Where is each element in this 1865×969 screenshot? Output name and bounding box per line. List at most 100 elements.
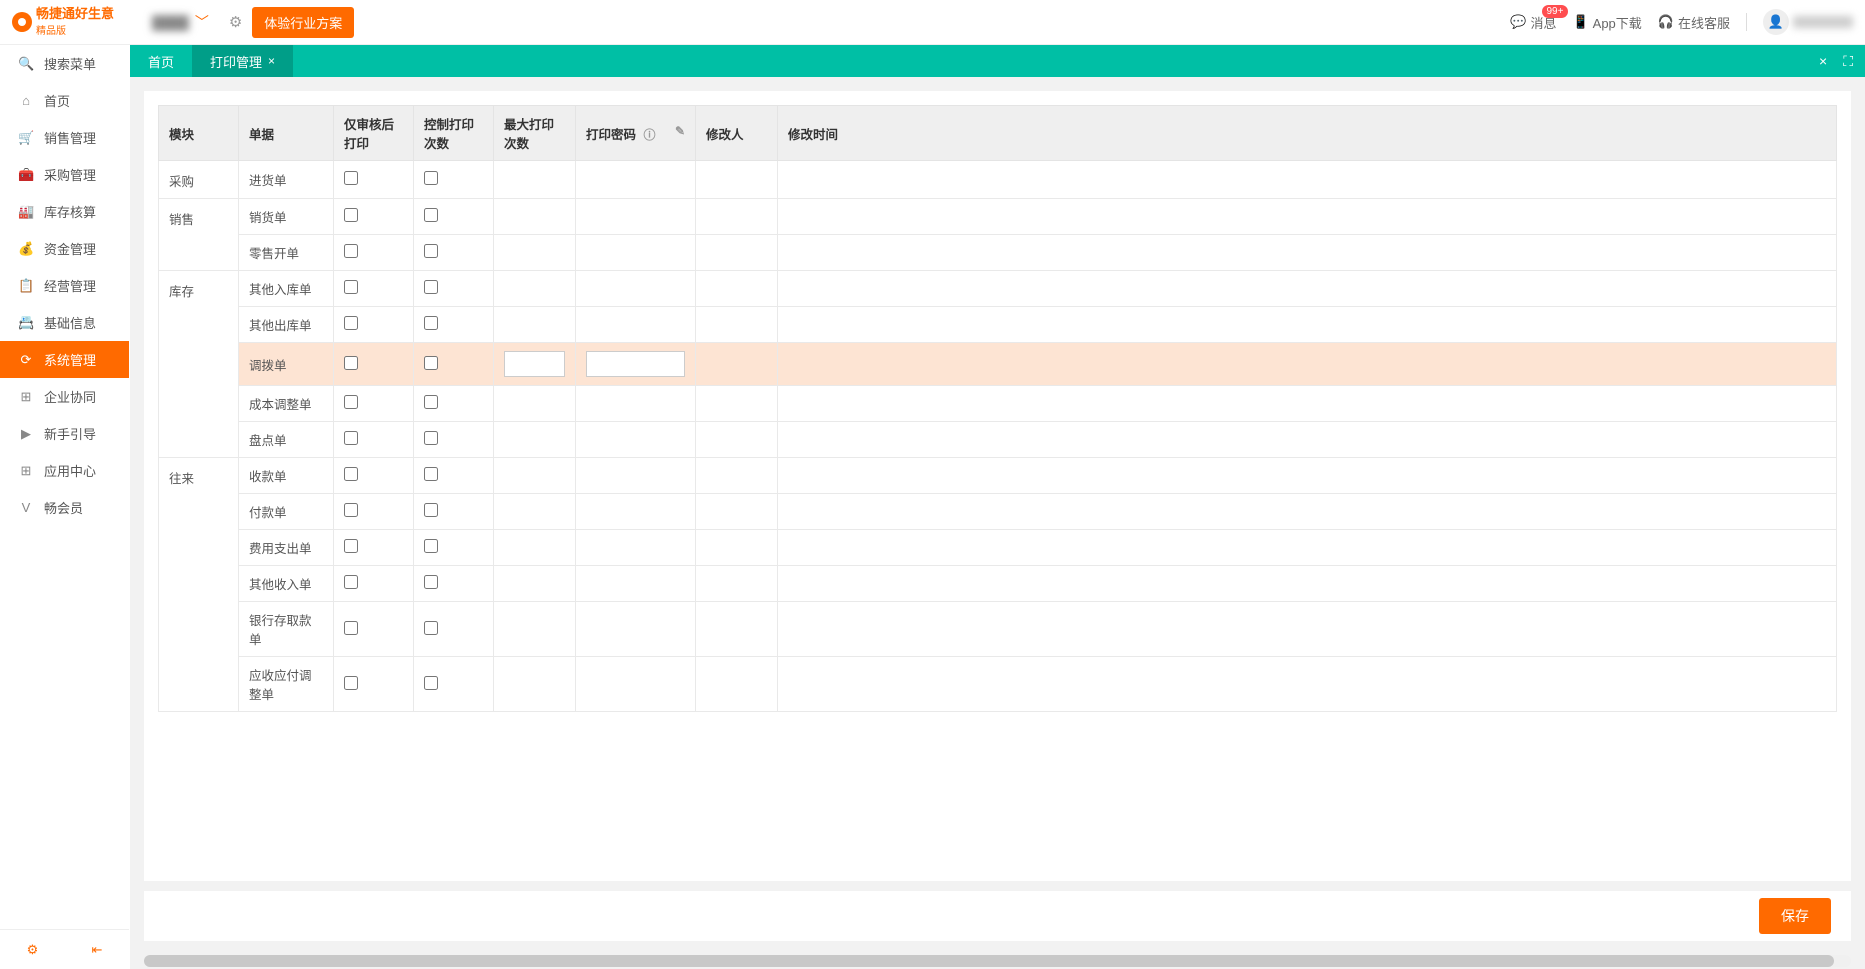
only-audit-cell (334, 458, 414, 494)
col-modify-time: 修改时间 (778, 106, 1837, 161)
modify-time-cell (778, 307, 1837, 343)
control-count-checkbox[interactable] (424, 467, 438, 481)
control-count-checkbox[interactable] (424, 171, 438, 185)
scrollbar-thumb[interactable] (144, 955, 1834, 967)
control-count-checkbox[interactable] (424, 395, 438, 409)
nav-search[interactable]: 🔍搜索菜单 (0, 45, 129, 82)
modify-time-cell (778, 343, 1837, 386)
nav-guide[interactable]: ▶新手引导 (0, 415, 129, 452)
only-audit-cell (334, 199, 414, 235)
brand-sub: 精品版 (36, 22, 114, 37)
nav-purchase[interactable]: 🧰采购管理 (0, 156, 129, 193)
nav-sales[interactable]: 🛒销售管理 (0, 119, 129, 156)
only-audit-checkbox[interactable] (344, 316, 358, 330)
modifier-cell (696, 307, 778, 343)
table-row: 费用支出单 (159, 530, 1837, 566)
password-cell (576, 271, 696, 307)
close-icon[interactable]: × (268, 54, 275, 68)
nav-finance[interactable]: 💰资金管理 (0, 230, 129, 267)
phone-icon: 📱 (1572, 14, 1588, 30)
only-audit-checkbox[interactable] (344, 621, 358, 635)
modify-time-cell (778, 566, 1837, 602)
control-count-checkbox[interactable] (424, 431, 438, 445)
modifier-cell (696, 235, 778, 271)
footer-bar: 保存 (144, 891, 1851, 941)
online-service-link[interactable]: 🎧 在线客服 (1658, 13, 1730, 32)
only-audit-cell (334, 602, 414, 657)
control-count-checkbox[interactable] (424, 208, 438, 222)
help-icon[interactable]: ⓘ (644, 128, 656, 142)
password-cell (576, 199, 696, 235)
control-count-checkbox[interactable] (424, 356, 438, 370)
app-download-link[interactable]: 📱 App下载 (1572, 13, 1641, 32)
only-audit-checkbox[interactable] (344, 395, 358, 409)
control-count-checkbox[interactable] (424, 676, 438, 690)
tab-close-all-icon[interactable]: × (1819, 53, 1827, 69)
only-audit-checkbox[interactable] (344, 676, 358, 690)
horizontal-scrollbar[interactable] (144, 955, 1851, 967)
only-audit-checkbox[interactable] (344, 280, 358, 294)
only-audit-checkbox[interactable] (344, 244, 358, 258)
tab-print-manage[interactable]: 打印管理 × (192, 45, 293, 77)
only-audit-checkbox[interactable] (344, 575, 358, 589)
nav-system[interactable]: ⟳系统管理 (0, 341, 129, 378)
only-audit-checkbox[interactable] (344, 503, 358, 517)
max-count-cell (494, 494, 576, 530)
max-count-cell (494, 271, 576, 307)
control-count-checkbox[interactable] (424, 503, 438, 517)
fullscreen-icon[interactable]: ⛶ (1843, 53, 1853, 70)
modifier-cell (696, 657, 778, 712)
only-audit-checkbox[interactable] (344, 356, 358, 370)
nav-collab[interactable]: ⊞企业协同 (0, 378, 129, 415)
nav-home[interactable]: ⌂首页 (0, 82, 129, 119)
sidebar-collapse-icon[interactable]: ⇤ (91, 942, 102, 958)
control-count-checkbox[interactable] (424, 316, 438, 330)
only-audit-checkbox[interactable] (344, 431, 358, 445)
nav-operation-icon: 📋 (18, 278, 34, 294)
table-row: 往来收款单 (159, 458, 1837, 494)
nav-baseinfo[interactable]: 📇基础信息 (0, 304, 129, 341)
doc-cell: 调拨单 (239, 343, 334, 386)
max-count-input[interactable] (504, 351, 565, 377)
nav-operation[interactable]: 📋 经营管理 (0, 267, 129, 304)
modify-time-cell (778, 458, 1837, 494)
table-row: 应收应付调整单 (159, 657, 1837, 712)
user-menu[interactable]: 👤 (1763, 9, 1853, 35)
nav-member[interactable]: V畅会员 (0, 489, 129, 526)
table-row: 其他收入单 (159, 566, 1837, 602)
messages-link[interactable]: 💬 消息 99+ (1510, 13, 1556, 32)
nav-appcenter[interactable]: ⊞应用中心 (0, 452, 129, 489)
nav-inventory[interactable]: 🏭库存核算 (0, 193, 129, 230)
doc-cell: 付款单 (239, 494, 334, 530)
control-count-cell (414, 386, 494, 422)
control-count-checkbox[interactable] (424, 575, 438, 589)
control-count-cell (414, 199, 494, 235)
modify-time-cell (778, 161, 1837, 199)
max-count-cell (494, 566, 576, 602)
control-count-checkbox[interactable] (424, 621, 438, 635)
modifier-cell (696, 494, 778, 530)
top-header: 畅捷通好生意 精品版 ████ ﹀ ⚙ 体验行业方案 💬 消息 99+ 📱 Ap… (0, 0, 1865, 45)
only-audit-checkbox[interactable] (344, 467, 358, 481)
nav-operation-label: 经营管理 (44, 276, 96, 295)
only-audit-checkbox[interactable] (344, 208, 358, 222)
sidebar-settings-icon[interactable]: ⚙ (27, 942, 39, 958)
control-count-checkbox[interactable] (424, 539, 438, 553)
nav-inventory-icon: 🏭 (18, 204, 34, 220)
save-button[interactable]: 保存 (1759, 898, 1831, 934)
trial-button[interactable]: 体验行业方案 (252, 7, 354, 38)
org-selector[interactable]: ████ ﹀ (142, 12, 219, 32)
tab-home[interactable]: 首页 (130, 45, 192, 77)
control-count-checkbox[interactable] (424, 280, 438, 294)
password-cell (576, 657, 696, 712)
only-audit-checkbox[interactable] (344, 539, 358, 553)
only-audit-checkbox[interactable] (344, 171, 358, 185)
settings-icon[interactable]: ⚙ (229, 13, 242, 31)
only-audit-cell (334, 235, 414, 271)
logo-icon (12, 12, 32, 32)
edit-icon[interactable]: ✎ (675, 124, 685, 138)
password-input[interactable] (586, 351, 685, 377)
module-cell: 库存 (159, 271, 239, 458)
control-count-cell (414, 566, 494, 602)
control-count-checkbox[interactable] (424, 244, 438, 258)
